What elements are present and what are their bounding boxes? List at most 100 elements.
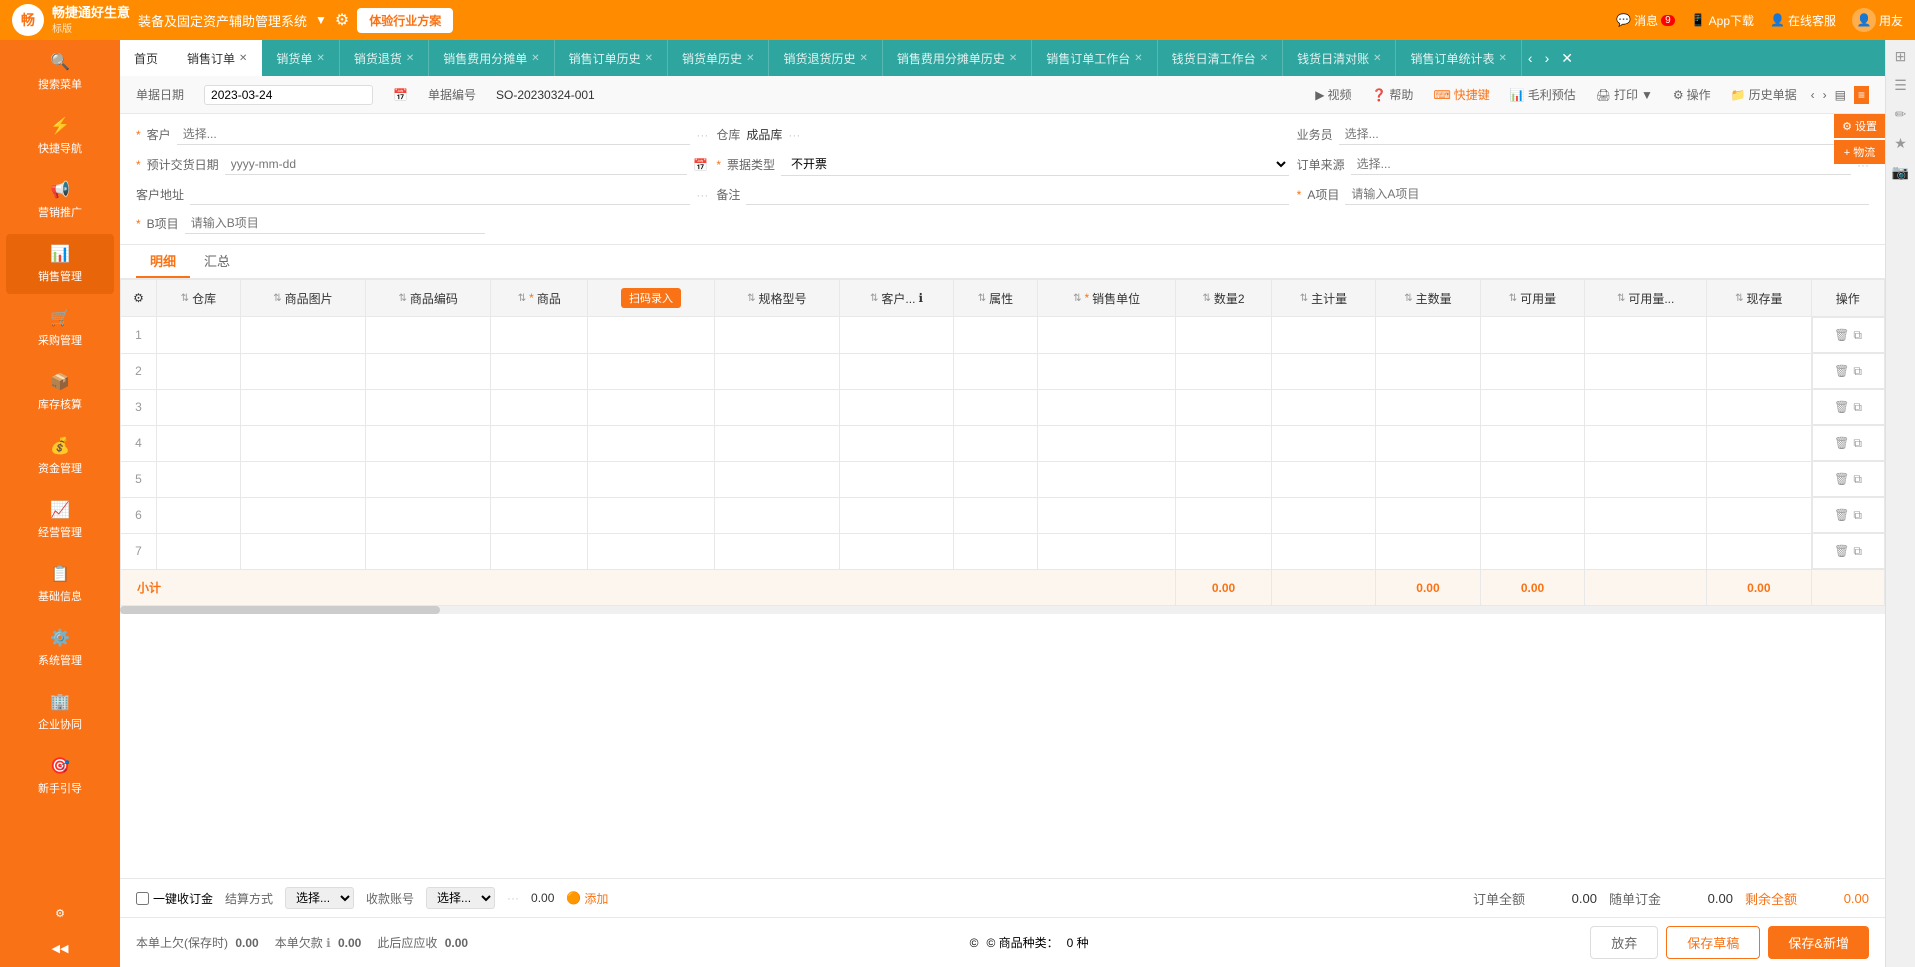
tab-close-icon[interactable]: ✕ bbox=[859, 53, 867, 64]
save-draft-button[interactable]: 保存草稿 bbox=[1666, 926, 1760, 959]
history-btn[interactable]: 📁 历史单据 bbox=[1725, 84, 1803, 105]
staff-input[interactable] bbox=[1339, 124, 1851, 145]
sidebar-item-search[interactable]: 🔍 搜索菜单 bbox=[6, 42, 114, 102]
sidebar-item-operations[interactable]: 📈 经营管理 bbox=[6, 490, 114, 550]
logistics-btn[interactable]: + 物流 bbox=[1834, 140, 1885, 164]
row-delete-icon[interactable]: 🗑 bbox=[1834, 544, 1849, 558]
aproject-input[interactable] bbox=[1345, 184, 1869, 205]
app-download[interactable]: 📱 App下载 bbox=[1691, 12, 1754, 29]
order-source-input[interactable] bbox=[1351, 154, 1851, 175]
date-icon-2[interactable]: 📅 bbox=[693, 158, 708, 172]
h-scrollbar-thumb[interactable] bbox=[120, 606, 440, 614]
sidebar-item-marketing[interactable]: 📢 营销推广 bbox=[6, 170, 114, 230]
invoice-select[interactable]: 不开票 增值税普通发票 增值税专用发票 bbox=[781, 153, 1289, 176]
sidebar-item-system[interactable]: ⚙️ 系统管理 bbox=[6, 618, 114, 678]
sidebar-item-sales[interactable]: 📊 销售管理 bbox=[6, 234, 114, 294]
tab-close-icon[interactable]: ✕ bbox=[1009, 53, 1017, 64]
pay-method-select[interactable]: 选择... bbox=[285, 887, 354, 909]
delivery-input[interactable] bbox=[225, 154, 688, 175]
add-link[interactable]: 🟠 添加 bbox=[566, 890, 608, 907]
tab-sales-summary[interactable]: 销售订单统计表 ✕ bbox=[1396, 40, 1521, 76]
settings-panel-btn[interactable]: ⚙ 设置 bbox=[1834, 114, 1885, 138]
sidebar-settings[interactable]: ⚙ bbox=[6, 897, 114, 930]
row-delete-icon[interactable]: 🗑 bbox=[1834, 436, 1849, 450]
tab-close-icon[interactable]: ✕ bbox=[531, 53, 539, 64]
sidebar-item-quicknav[interactable]: ⚡ 快捷导航 bbox=[6, 106, 114, 166]
tab-sales-expense[interactable]: 销售费用分摊单 ✕ bbox=[429, 40, 554, 76]
row-delete-icon[interactable]: 🗑 bbox=[1834, 328, 1849, 342]
h-scrollbar[interactable] bbox=[120, 606, 1885, 614]
tab-sales-order[interactable]: 销售订单 ✕ bbox=[173, 40, 262, 76]
date-input[interactable] bbox=[204, 85, 373, 105]
view-btn[interactable]: ▶ 视频 bbox=[1309, 84, 1357, 105]
tab-cash-daily[interactable]: 钱货日清工作台 ✕ bbox=[1158, 40, 1283, 76]
table-tab-detail[interactable]: 明细 bbox=[136, 245, 190, 278]
tab-close-icon[interactable]: ✕ bbox=[406, 53, 414, 64]
nav-next-icon[interactable]: › bbox=[1823, 88, 1827, 102]
tab-return-goods[interactable]: 销货退货 ✕ bbox=[340, 40, 429, 76]
tab-expense-history[interactable]: 销售费用分摊单历史 ✕ bbox=[883, 40, 1032, 76]
panel-icon-2[interactable]: ☰ bbox=[1894, 77, 1907, 94]
row-copy-icon[interactable]: ⧉ bbox=[1853, 436, 1862, 451]
tab-close-icon[interactable]: ✕ bbox=[1260, 53, 1268, 64]
row-copy-icon[interactable]: ⧉ bbox=[1853, 472, 1862, 487]
tab-home[interactable]: 首页 bbox=[120, 40, 173, 76]
panel-icon-5[interactable]: 📷 bbox=[1892, 164, 1909, 181]
print-btn[interactable]: 🖨 打印 ▼ bbox=[1590, 84, 1659, 105]
row-delete-icon[interactable]: 🗑 bbox=[1834, 400, 1849, 414]
row-copy-icon[interactable]: ⧉ bbox=[1853, 544, 1862, 559]
operations-btn[interactable]: ⚙ 操作 bbox=[1667, 84, 1717, 105]
quick-order-checkbox[interactable]: 一键收订金 bbox=[136, 890, 213, 907]
panel-icon-4[interactable]: ★ bbox=[1894, 135, 1907, 152]
user-area[interactable]: 👤 用友 bbox=[1852, 8, 1903, 32]
row-copy-icon[interactable]: ⧉ bbox=[1853, 364, 1862, 379]
settings-icon[interactable]: ⚙ bbox=[335, 10, 349, 30]
tab-next-btn[interactable]: › bbox=[1539, 50, 1556, 66]
sidebar-item-enterprise[interactable]: 🏢 企业协同 bbox=[6, 682, 114, 742]
tab-return-history[interactable]: 销货单历史 ✕ bbox=[668, 40, 769, 76]
sidebar-item-finance[interactable]: 💰 资金管理 bbox=[6, 426, 114, 486]
tab-prev-btn[interactable]: ‹ bbox=[1522, 50, 1539, 66]
bproject-input[interactable] bbox=[185, 213, 485, 234]
quick-order-check[interactable] bbox=[136, 892, 149, 905]
help-btn[interactable]: ❓ 帮助 bbox=[1365, 84, 1419, 105]
industry-button[interactable]: 体验行业方案 bbox=[357, 8, 453, 33]
dropdown-icon[interactable]: ▼ bbox=[315, 13, 327, 27]
tab-cash-reconcile[interactable]: 钱货日清对账 ✕ bbox=[1283, 40, 1396, 76]
row-delete-icon[interactable]: 🗑 bbox=[1834, 508, 1849, 522]
grid-view-icon[interactable]: ▤ bbox=[1835, 88, 1846, 102]
tab-close-icon[interactable]: ✕ bbox=[1373, 53, 1381, 64]
tab-return-goods-history[interactable]: 销货退货历史 ✕ bbox=[769, 40, 882, 76]
row-delete-icon[interactable]: 🗑 bbox=[1834, 364, 1849, 378]
row-copy-icon[interactable]: ⧉ bbox=[1853, 508, 1862, 523]
panel-icon-3[interactable]: ✏ bbox=[1895, 106, 1907, 123]
tab-order-workbench[interactable]: 销售订单工作台 ✕ bbox=[1032, 40, 1157, 76]
customer-input[interactable] bbox=[177, 124, 691, 145]
sidebar-collapse[interactable]: ◀◀ bbox=[6, 932, 114, 965]
shortcut-btn[interactable]: ⌨ 快捷键 bbox=[1427, 84, 1495, 105]
tab-close-icon[interactable]: ✕ bbox=[1134, 53, 1142, 64]
tab-close-icon[interactable]: ✕ bbox=[746, 53, 754, 64]
discard-button[interactable]: 放弃 bbox=[1590, 926, 1658, 959]
message-area[interactable]: 💬 消息 9 bbox=[1616, 12, 1675, 29]
tab-menu-btn[interactable]: ✕ bbox=[1555, 50, 1579, 67]
profit-btn[interactable]: 📊 毛利预估 bbox=[1504, 84, 1582, 105]
row-copy-icon[interactable]: ⧉ bbox=[1853, 328, 1862, 343]
calendar-icon[interactable]: 📅 bbox=[393, 88, 408, 102]
sidebar-item-purchase[interactable]: 🛒 采购管理 bbox=[6, 298, 114, 358]
table-tab-summary[interactable]: 汇总 bbox=[190, 245, 244, 278]
tab-order-history[interactable]: 销售订单历史 ✕ bbox=[555, 40, 668, 76]
sidebar-item-basic[interactable]: 📋 基础信息 bbox=[6, 554, 114, 614]
list-view-icon[interactable]: ≡ bbox=[1854, 86, 1869, 104]
save-new-button[interactable]: 保存&新增 bbox=[1768, 926, 1869, 959]
tab-close-icon[interactable]: ✕ bbox=[316, 53, 324, 64]
sidebar-item-guide[interactable]: 🎯 新手引导 bbox=[6, 746, 114, 806]
row-copy-icon[interactable]: ⧉ bbox=[1853, 400, 1862, 415]
tab-close-icon[interactable]: ✕ bbox=[239, 53, 247, 64]
panel-icon-1[interactable]: ⊞ bbox=[1895, 48, 1907, 65]
sidebar-item-inventory[interactable]: 📦 库存核算 bbox=[6, 362, 114, 422]
nav-prev-icon[interactable]: ‹ bbox=[1811, 88, 1815, 102]
tab-close-icon[interactable]: ✕ bbox=[645, 53, 653, 64]
online-service[interactable]: 👤 在线客服 bbox=[1770, 12, 1836, 29]
bank-select[interactable]: 选择... bbox=[426, 887, 495, 909]
